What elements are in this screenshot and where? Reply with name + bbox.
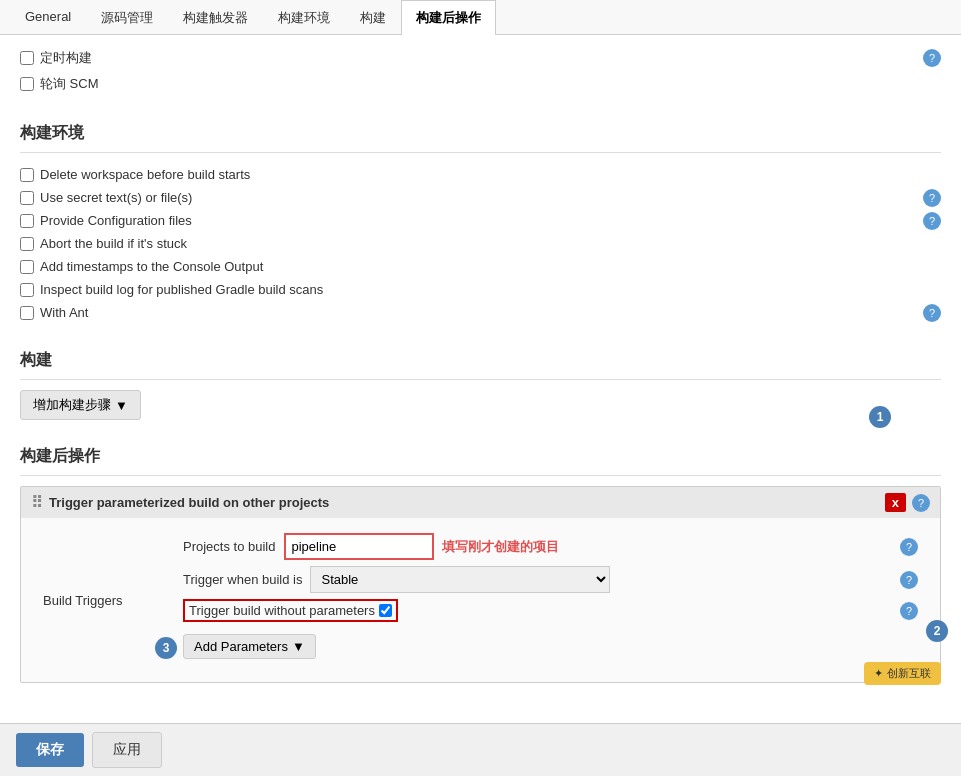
add-build-step-button[interactable]: 增加构建步骤 ▼ <box>20 390 141 420</box>
row-config: Provide Configuration files ? <box>20 209 941 232</box>
post-build-card: ⠿ Trigger parameterized build on other p… <box>20 486 941 683</box>
checkbox-abort-label[interactable]: Abort the build if it's stuck <box>40 236 941 251</box>
build-section: 构建 增加构建步骤 ▼ <box>20 340 941 420</box>
help-icon-schedule[interactable]: ? <box>923 49 941 67</box>
checkbox-gradle-label[interactable]: Inspect build log for published Gradle b… <box>40 282 941 297</box>
tab-构建后操作[interactable]: 构建后操作 <box>401 0 496 35</box>
post-build-card-body: Build Triggers Projects to build 填写刚才创建的… <box>21 518 940 682</box>
build-triggers-row: Build Triggers Projects to build 填写刚才创建的… <box>37 528 924 672</box>
checkbox-ant[interactable] <box>20 306 34 320</box>
checkbox-secret-label[interactable]: Use secret text(s) or file(s) <box>40 190 192 205</box>
trigger-when-label: Trigger when build is <box>183 572 302 587</box>
build-triggers-table: Build Triggers Projects to build 填写刚才创建的… <box>37 528 924 672</box>
checkbox-scm[interactable] <box>20 77 34 91</box>
checkbox-row-abort: Abort the build if it's stuck <box>20 232 941 255</box>
watermark-icon: ✦ <box>874 667 883 680</box>
projects-to-build-label: Projects to build <box>183 539 276 554</box>
checkbox-config[interactable] <box>20 214 34 228</box>
post-build-card-header: ⠿ Trigger parameterized build on other p… <box>21 487 940 518</box>
checkbox-row-ant: With Ant <box>20 301 88 324</box>
tab-构建触发器[interactable]: 构建触发器 <box>168 0 263 35</box>
annotation-badge-2: 2 <box>926 620 948 642</box>
add-params-arrow: ▼ <box>292 639 305 654</box>
tab-构建[interactable]: 构建 <box>345 0 401 35</box>
checkbox-scm-label[interactable]: 轮询 SCM <box>40 75 941 93</box>
top-checkboxes-block: 定时构建 ? 轮询 SCM <box>20 45 941 97</box>
help-icon-ant[interactable]: ? <box>923 304 941 322</box>
help-icon-card[interactable]: ? <box>912 494 930 512</box>
checkbox-row-config: Provide Configuration files <box>20 209 192 232</box>
watermark: ✦ 创新互联 <box>864 662 941 685</box>
build-triggers-label: Build Triggers <box>43 593 122 608</box>
projects-to-build-input[interactable] <box>284 533 434 560</box>
trigger-when-select[interactable]: StableUnstableFailedAlways <box>310 566 610 593</box>
trigger-no-params-bordered: Trigger build without parameters <box>183 599 398 622</box>
trigger-when-row: Trigger when build is StableUnstableFail… <box>183 566 918 593</box>
help-icon-config[interactable]: ? <box>923 212 941 230</box>
post-build-section: 构建后操作 1 ⠿ Trigger parameterized build on… <box>20 436 941 683</box>
apply-button[interactable]: 应用 <box>92 732 162 755</box>
projects-to-build-row: Projects to build 填写刚才创建的项目 ? Trigger wh… <box>183 533 918 659</box>
save-button[interactable]: 保存 <box>16 733 84 755</box>
tab-General[interactable]: General <box>10 0 86 35</box>
bottom-bar: 保存 应用 <box>0 723 961 755</box>
projects-label-input-row: Projects to build 填写刚才创建的项目 ? <box>183 533 918 560</box>
build-section-header: 构建 <box>20 340 941 380</box>
help-icon-projects[interactable]: ? <box>900 538 918 556</box>
checkbox-timestamps-label[interactable]: Add timestamps to the Console Output <box>40 259 941 274</box>
add-params-label: Add Parameters <box>194 639 288 654</box>
post-build-card-title-text: Trigger parameterized build on other pro… <box>49 495 329 510</box>
help-icon-trigger-when[interactable]: ? <box>900 571 918 589</box>
checkbox-ant-label[interactable]: With Ant <box>40 305 88 320</box>
help-icon-secret[interactable]: ? <box>923 189 941 207</box>
annotation-badge-3: 3 <box>155 637 177 659</box>
row-ant: With Ant ? <box>20 301 941 324</box>
watermark-text: 创新互联 <box>887 666 931 681</box>
trigger-no-params-row: Trigger build without parameters ? 2 <box>183 599 918 622</box>
help-icon-no-params[interactable]: ? <box>900 602 918 620</box>
checkbox-row-gradle: Inspect build log for published Gradle b… <box>20 278 941 301</box>
build-env-section: 构建环境 Delete workspace before build start… <box>20 113 941 324</box>
checkbox-row-delete: Delete workspace before build starts <box>20 163 941 186</box>
checkbox-delete-workspace-label[interactable]: Delete workspace before build starts <box>40 167 941 182</box>
checkbox-abort[interactable] <box>20 237 34 251</box>
checkbox-row-secret: Use secret text(s) or file(s) <box>20 186 192 209</box>
checkbox-row-scm: 轮询 SCM <box>20 71 941 97</box>
drag-handle-icon[interactable]: ⠿ <box>31 493 43 512</box>
close-card-button[interactable]: x <box>885 493 906 512</box>
add-build-step-arrow: ▼ <box>115 398 128 413</box>
checkbox-gradle[interactable] <box>20 283 34 297</box>
checkbox-schedule[interactable] <box>20 51 34 65</box>
tab-源码管理[interactable]: 源码管理 <box>86 0 168 35</box>
checkbox-config-label[interactable]: Provide Configuration files <box>40 213 192 228</box>
checkbox-row-schedule: 定时构建 <box>20 45 92 71</box>
row-secret: Use secret text(s) or file(s) ? <box>20 186 941 209</box>
checkbox-row-timestamps: Add timestamps to the Console Output <box>20 255 941 278</box>
checkbox-secret[interactable] <box>20 191 34 205</box>
row-schedule-build: 定时构建 ? <box>20 45 941 71</box>
build-env-header: 构建环境 <box>20 113 941 153</box>
main-content: 定时构建 ? 轮询 SCM 构建环境 Delete workspace befo… <box>0 35 961 755</box>
add-params-button[interactable]: Add Parameters ▼ <box>183 634 316 659</box>
add-params-row: 3 Add Parameters ▼ <box>183 630 918 659</box>
checkbox-timestamps[interactable] <box>20 260 34 274</box>
tab-构建环境[interactable]: 构建环境 <box>263 0 345 35</box>
checkbox-trigger-no-params[interactable] <box>379 604 392 617</box>
tabs-bar: General源码管理构建触发器构建环境构建构建后操作 <box>0 0 961 35</box>
checkbox-delete-workspace[interactable] <box>20 168 34 182</box>
post-build-card-title: ⠿ Trigger parameterized build on other p… <box>31 493 329 512</box>
add-build-step-label: 增加构建步骤 <box>33 396 111 414</box>
projects-hint-text: 填写刚才创建的项目 <box>442 538 559 556</box>
annotation-badge-1: 1 <box>869 406 891 428</box>
post-build-header: 构建后操作 <box>20 436 941 476</box>
trigger-no-params-label: Trigger build without parameters <box>189 603 375 618</box>
checkbox-schedule-label[interactable]: 定时构建 <box>40 49 92 67</box>
